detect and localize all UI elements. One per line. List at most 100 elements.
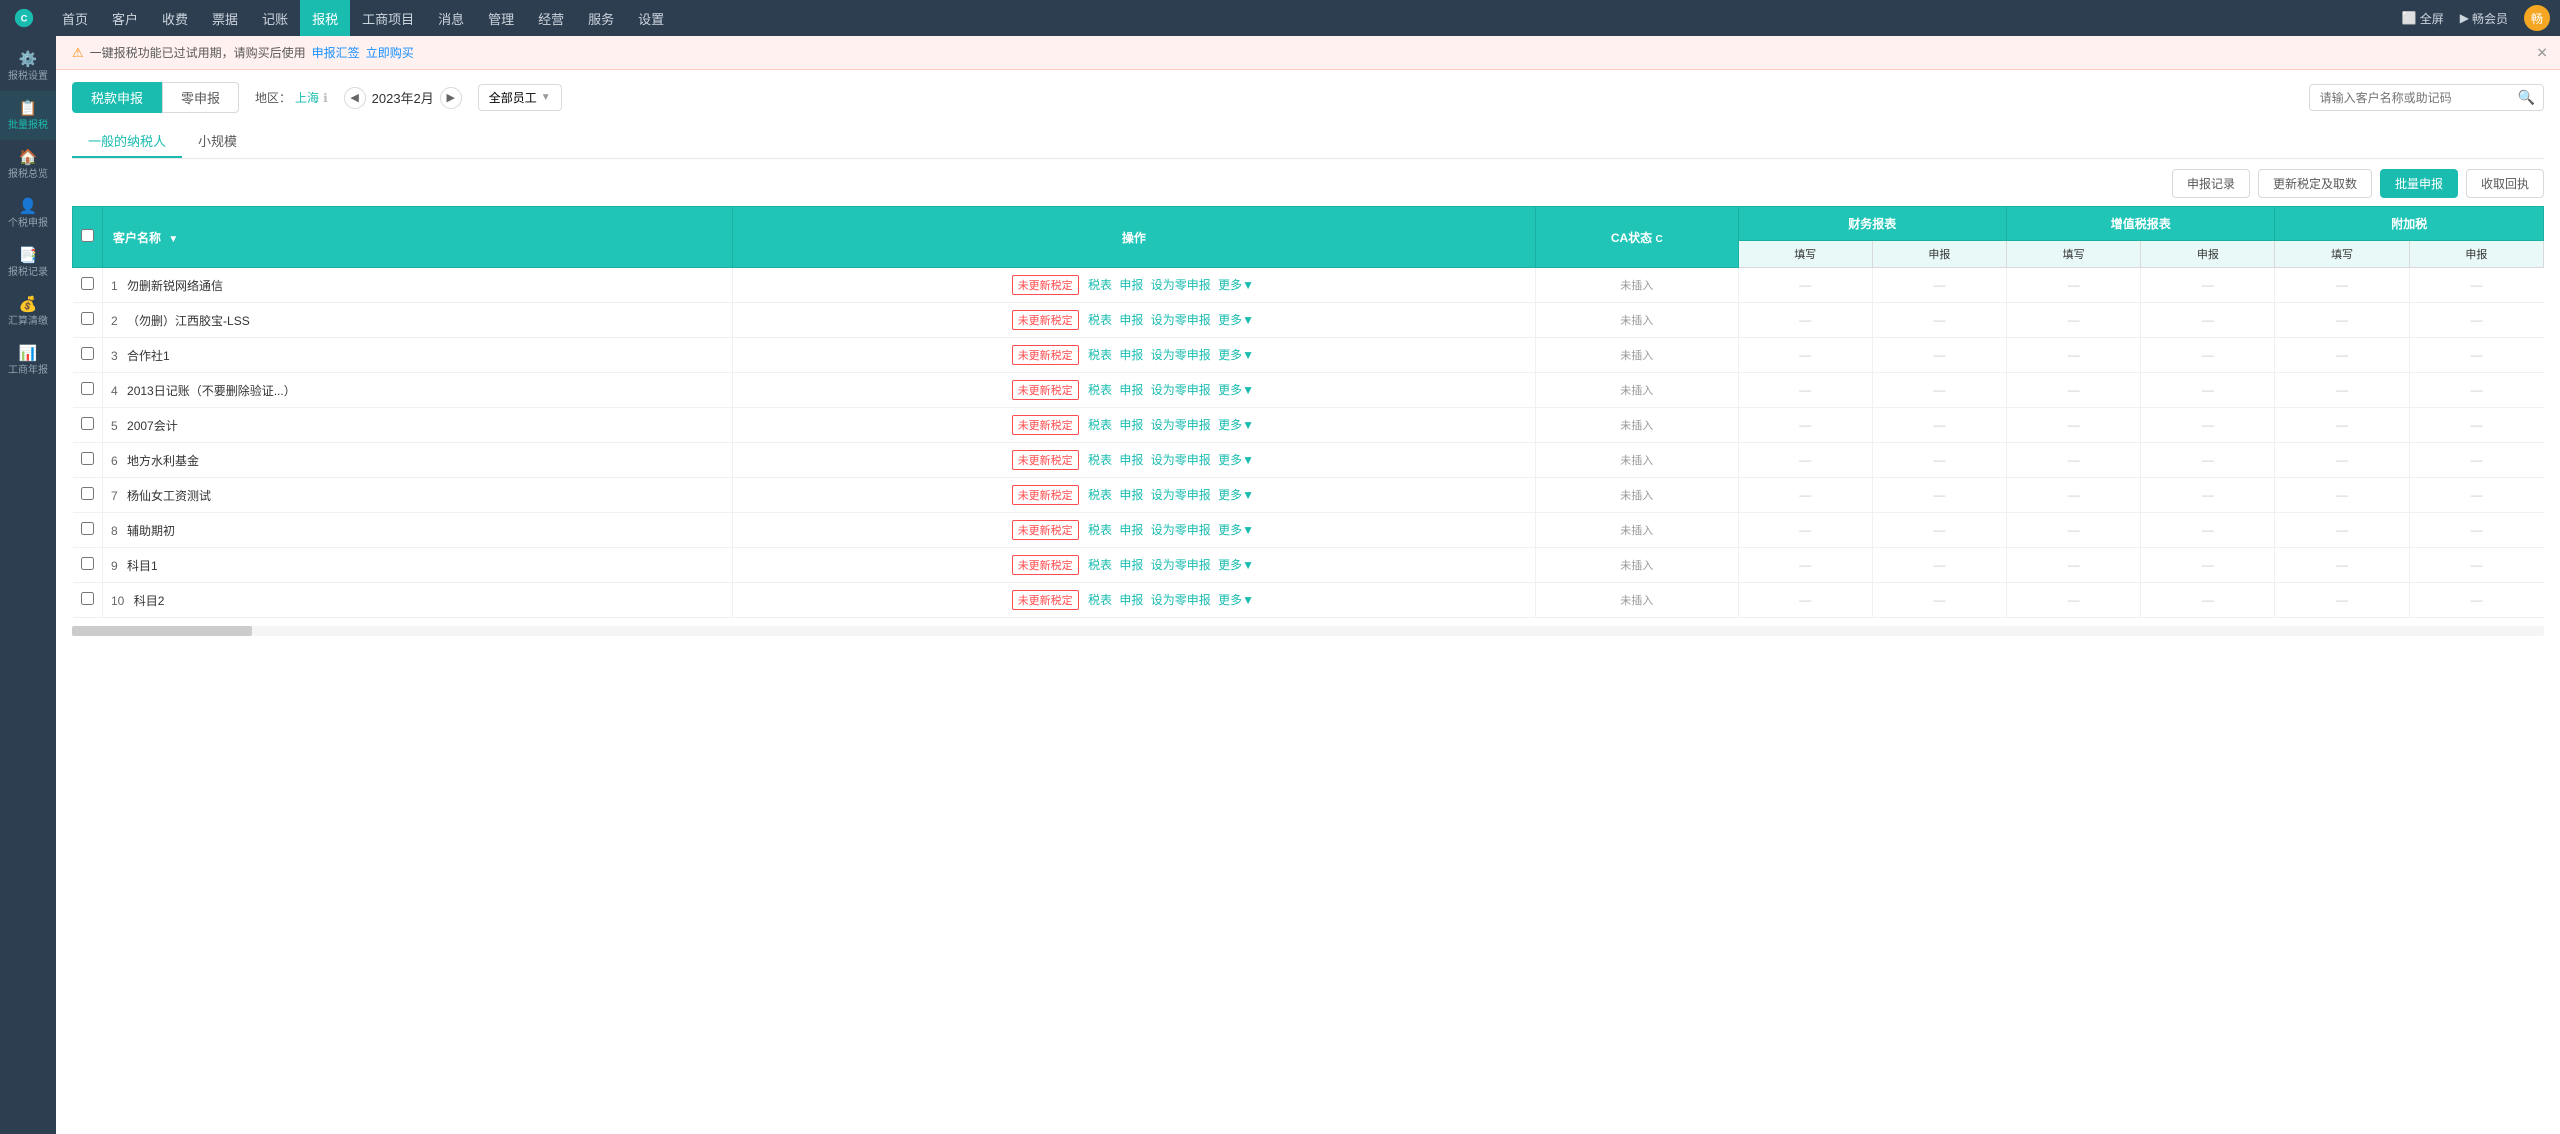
op-link-tax-form[interactable]: 税表 bbox=[1088, 453, 1112, 467]
batch-declare-btn[interactable]: 批量申报 bbox=[2380, 169, 2458, 198]
op-link-more[interactable]: 更多▼ bbox=[1218, 593, 1254, 607]
row-checkbox[interactable] bbox=[81, 592, 94, 605]
op-link-tax-form[interactable]: 税表 bbox=[1088, 523, 1112, 537]
scrollbar-thumb[interactable] bbox=[72, 626, 252, 636]
op-link-more[interactable]: 更多▼ bbox=[1218, 488, 1254, 502]
avatar[interactable]: 畅 bbox=[2524, 5, 2550, 31]
sort-icon[interactable]: ▼ bbox=[168, 234, 178, 245]
op-link-zero[interactable]: 设为零申报 bbox=[1151, 453, 1211, 467]
nav-item-customer[interactable]: 客户 bbox=[100, 0, 150, 36]
nav-item-account[interactable]: 记账 bbox=[250, 0, 300, 36]
row-checkbox[interactable] bbox=[81, 522, 94, 535]
sidebar-item-batch-tax[interactable]: 📋 批量报税 bbox=[0, 91, 56, 140]
nav-item-invoice[interactable]: 票据 bbox=[200, 0, 250, 36]
op-link-more[interactable]: 更多▼ bbox=[1218, 313, 1254, 327]
banner-link-report[interactable]: 申报汇签 bbox=[312, 44, 360, 61]
sidebar-item-annual-settle[interactable]: 💰 汇算清缴 bbox=[0, 287, 56, 336]
sidebar-item-tax-overview[interactable]: 🏠 报税总览 bbox=[0, 140, 56, 189]
horizontal-scrollbar[interactable] bbox=[72, 626, 2544, 636]
fullscreen-btn[interactable]: ⬜全屏 bbox=[2402, 10, 2444, 27]
table-wrapper: 客户名称 ▼ 操作 CA状态 C 财务报表 增值税报表 附加税 bbox=[72, 206, 2544, 618]
op-link-more[interactable]: 更多▼ bbox=[1218, 453, 1254, 467]
op-link-more[interactable]: 更多▼ bbox=[1218, 278, 1254, 292]
op-link-tax-form[interactable]: 税表 bbox=[1088, 348, 1112, 362]
op-link-report[interactable]: 申报 bbox=[1119, 278, 1143, 292]
row-num: 1 bbox=[111, 279, 118, 293]
op-link-zero[interactable]: 设为零申报 bbox=[1151, 593, 1211, 607]
select-all-checkbox[interactable] bbox=[81, 229, 94, 242]
nav-item-fee[interactable]: 收费 bbox=[150, 0, 200, 36]
nav-item-service[interactable]: 服务 bbox=[576, 0, 626, 36]
row-checkbox[interactable] bbox=[81, 417, 94, 430]
search-button[interactable]: 🔍 bbox=[2510, 85, 2543, 110]
op-link-zero[interactable]: 设为零申报 bbox=[1151, 488, 1211, 502]
op-link-report[interactable]: 申报 bbox=[1119, 348, 1143, 362]
nav-item-business[interactable]: 工商项目 bbox=[350, 0, 426, 36]
status-badge: 未更新税定 bbox=[1012, 555, 1079, 575]
op-link-tax-form[interactable]: 税表 bbox=[1088, 418, 1112, 432]
row-checkbox[interactable] bbox=[81, 382, 94, 395]
row-checkbox[interactable] bbox=[81, 487, 94, 500]
date-next-btn[interactable]: ▶ bbox=[440, 87, 462, 109]
op-link-report[interactable]: 申报 bbox=[1119, 593, 1143, 607]
row-name: 勿删新锐网络通信 bbox=[127, 279, 223, 293]
nav-item-home[interactable]: 首页 bbox=[50, 0, 100, 36]
declaration-record-btn[interactable]: 申报记录 bbox=[2172, 169, 2250, 198]
op-link-zero[interactable]: 设为零申报 bbox=[1151, 278, 1211, 292]
op-link-tax-form[interactable]: 税表 bbox=[1088, 488, 1112, 502]
op-link-report[interactable]: 申报 bbox=[1119, 558, 1143, 572]
sidebar-item-tax-settings[interactable]: ⚙️ 报税设置 bbox=[0, 42, 56, 91]
banner-link-buy[interactable]: 立即购买 bbox=[366, 44, 414, 61]
op-link-tax-form[interactable]: 税表 bbox=[1088, 558, 1112, 572]
search-input[interactable] bbox=[2310, 87, 2510, 109]
op-link-tax-form[interactable]: 税表 bbox=[1088, 313, 1112, 327]
tab-tax-declaration[interactable]: 税款申报 bbox=[72, 82, 162, 113]
sidebar-item-personal-tax[interactable]: 👤 个税申报 bbox=[0, 189, 56, 238]
update-tax-btn[interactable]: 更新税定及取数 bbox=[2258, 169, 2372, 198]
tab-general-taxpayer[interactable]: 一般的纳税人 bbox=[72, 125, 182, 158]
vip-btn[interactable]: ▶畅会员 bbox=[2460, 10, 2508, 27]
dept-selector[interactable]: 全部员工 ▼ bbox=[478, 84, 562, 111]
trial-banner: ⚠ 一键报税功能已过试用期，请购买后使用 申报汇签 立即购买 ✕ bbox=[56, 36, 2560, 70]
tab-small-scale[interactable]: 小规模 bbox=[182, 125, 253, 158]
op-link-report[interactable]: 申报 bbox=[1119, 488, 1143, 502]
op-link-zero[interactable]: 设为零申报 bbox=[1151, 348, 1211, 362]
op-link-more[interactable]: 更多▼ bbox=[1218, 383, 1254, 397]
row-checkbox[interactable] bbox=[81, 312, 94, 325]
op-link-report[interactable]: 申报 bbox=[1119, 313, 1143, 327]
row-checkbox[interactable] bbox=[81, 347, 94, 360]
op-link-tax-form[interactable]: 税表 bbox=[1088, 278, 1112, 292]
logo[interactable]: C bbox=[10, 4, 38, 32]
op-link-more[interactable]: 更多▼ bbox=[1218, 348, 1254, 362]
nav-item-manage[interactable]: 管理 bbox=[476, 0, 526, 36]
op-link-more[interactable]: 更多▼ bbox=[1218, 418, 1254, 432]
op-link-report[interactable]: 申报 bbox=[1119, 523, 1143, 537]
nav-item-operation[interactable]: 经营 bbox=[526, 0, 576, 36]
sidebar-item-tax-record[interactable]: 📑 报税记录 bbox=[0, 238, 56, 287]
nav-item-settings[interactable]: 设置 bbox=[626, 0, 676, 36]
ca-sort-icon[interactable]: C bbox=[1655, 234, 1662, 245]
op-link-zero[interactable]: 设为零申报 bbox=[1151, 523, 1211, 537]
op-link-more[interactable]: 更多▼ bbox=[1218, 558, 1254, 572]
op-link-tax-form[interactable]: 税表 bbox=[1088, 383, 1112, 397]
date-prev-btn[interactable]: ◀ bbox=[344, 87, 366, 109]
collect-receipt-btn[interactable]: 收取回执 bbox=[2466, 169, 2544, 198]
row-checkbox[interactable] bbox=[81, 452, 94, 465]
region-info-icon[interactable]: ℹ bbox=[323, 91, 328, 105]
op-link-report[interactable]: 申报 bbox=[1119, 453, 1143, 467]
sidebar-item-annual-report[interactable]: 📊 工商年报 bbox=[0, 336, 56, 385]
op-link-zero[interactable]: 设为零申报 bbox=[1151, 313, 1211, 327]
op-link-zero[interactable]: 设为零申报 bbox=[1151, 418, 1211, 432]
tab-zero-declaration[interactable]: 零申报 bbox=[162, 82, 239, 113]
op-link-tax-form[interactable]: 税表 bbox=[1088, 593, 1112, 607]
row-checkbox[interactable] bbox=[81, 557, 94, 570]
op-link-report[interactable]: 申报 bbox=[1119, 418, 1143, 432]
row-checkbox[interactable] bbox=[81, 277, 94, 290]
nav-item-message[interactable]: 消息 bbox=[426, 0, 476, 36]
banner-close-btn[interactable]: ✕ bbox=[2536, 44, 2548, 61]
op-link-more[interactable]: 更多▼ bbox=[1218, 523, 1254, 537]
nav-item-tax[interactable]: 报税 bbox=[300, 0, 350, 36]
op-link-zero[interactable]: 设为零申报 bbox=[1151, 383, 1211, 397]
op-link-report[interactable]: 申报 bbox=[1119, 383, 1143, 397]
op-link-zero[interactable]: 设为零申报 bbox=[1151, 558, 1211, 572]
